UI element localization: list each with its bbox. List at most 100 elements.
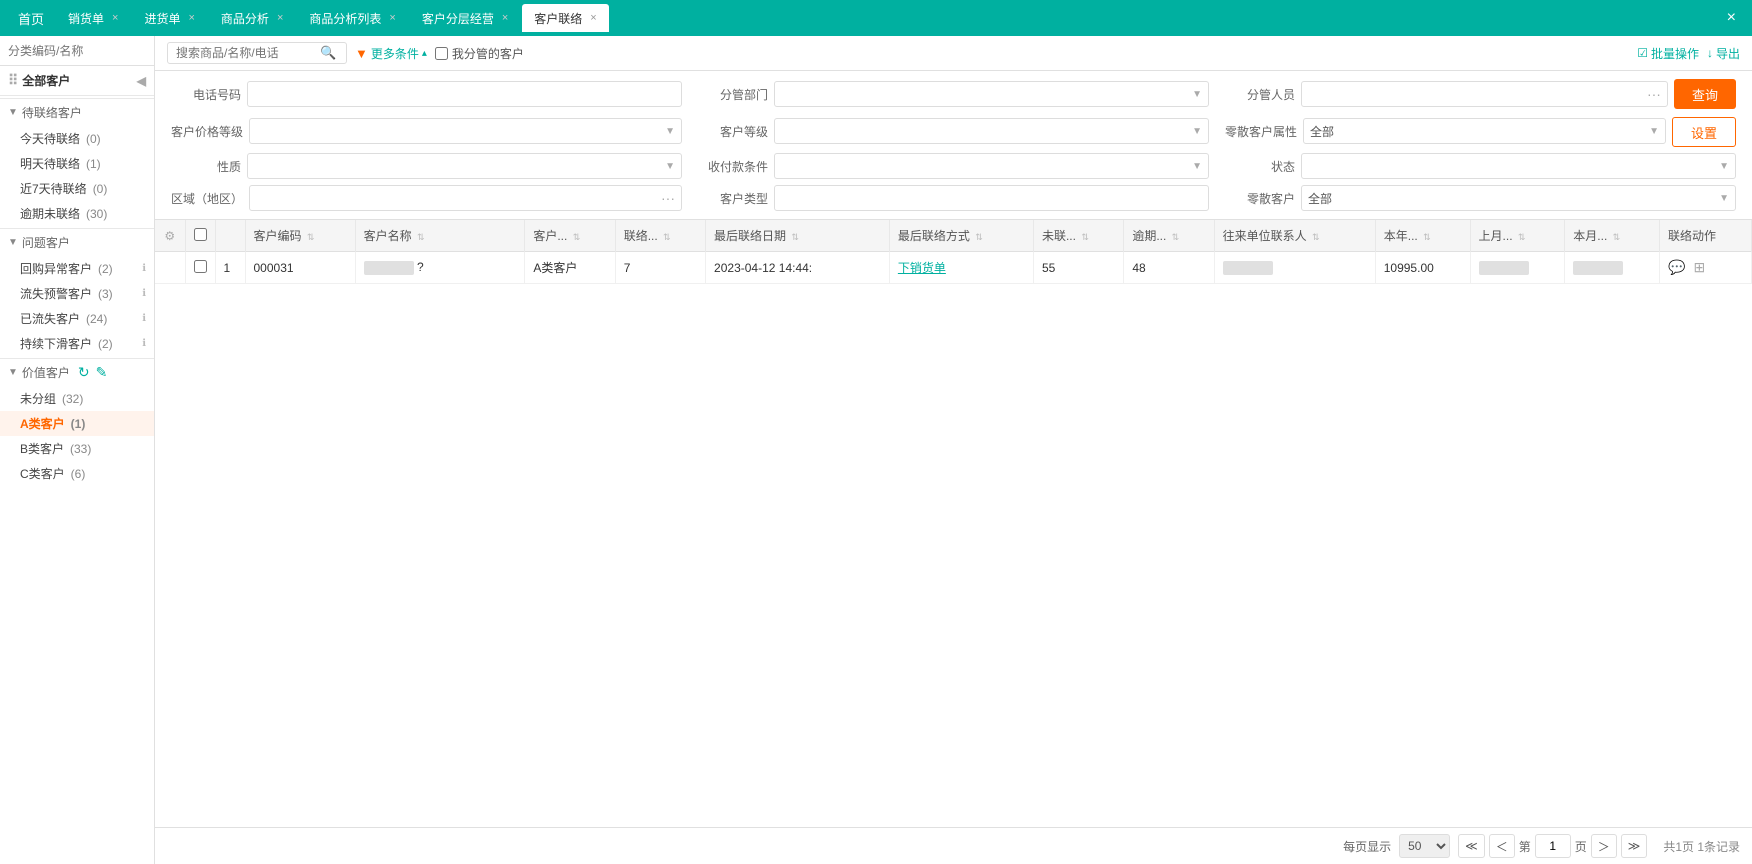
sidebar-item-class-a[interactable]: A类客户 (1) [0,411,154,436]
col-code[interactable]: 客户编码 ⇅ [245,220,355,252]
first-page-btn[interactable]: ≪ [1458,834,1485,858]
sidebar-item-repurchase-abnormal[interactable]: 回购异常客户 (2) ℹ [0,256,154,281]
sidebar-item-declining[interactable]: 持续下滑客户 (2) ℹ [0,331,154,356]
batch-op-btn[interactable]: ☑ 批量操作 [1637,45,1699,62]
group-value-customers: ▼ 价值客户 ↻ ✎ 未分组 (32) A类客户 (1) B类客户 (33) C… [0,358,154,486]
sidebar-search-wrap: 🔍 [0,36,154,66]
col-last-month[interactable]: 上月... ⇅ [1470,220,1565,252]
filter-select-nature[interactable]: ▼ [247,153,682,179]
next-page-btn[interactable]: ＞ [1591,834,1617,858]
select-all-checkbox[interactable] [194,228,207,241]
sidebar-item-class-b[interactable]: B类客户 (33) [0,436,154,461]
close-tab-product-analysis-list[interactable]: × [389,12,395,24]
payment-arrow-icon: ▼ [1192,161,1202,172]
col-this-year[interactable]: 本年... ⇅ [1375,220,1470,252]
row-last-method-link[interactable]: 下销货单 [898,261,946,275]
last-page-btn[interactable]: ≫ [1621,834,1648,858]
row-qr-icon[interactable]: ⊞ [1693,259,1705,276]
row-checkbox[interactable] [194,260,207,273]
col-last-method[interactable]: 最后联络方式 ⇅ [889,220,1033,252]
col-last-method-sort-icon: ⇅ [975,232,983,242]
sidebar-all-customers[interactable]: ⠿ 全部客户 ◀ [0,66,154,96]
filter-label-nature: 性质 [171,158,241,175]
filter-label-retail-attr: 零散客户属性 [1225,123,1297,140]
col-contact[interactable]: 联络... ⇅ [615,220,705,252]
prev-page-btn[interactable]: ＜ [1489,834,1515,858]
group-value-label[interactable]: ▼ 价值客户 ↻ ✎ [0,359,154,386]
col-action: 联络动作 [1660,220,1752,252]
nav-tab-customer-segment[interactable]: 客户分层经营 × [410,4,520,32]
row-chat-icon[interactable]: 💬 [1668,259,1685,276]
export-btn[interactable]: ↓ 导出 [1707,45,1740,62]
filter-row-retail-customer: 零散客户 全部 ▼ [1225,185,1736,211]
main-layout: 🔍 ⠿ 全部客户 ◀ ▼ 待联络客户 今天待联络 (0) 明天待联络 (1) 近… [0,36,1752,864]
close-tab-sales[interactable]: × [112,12,118,24]
my-customers-input[interactable] [435,47,448,60]
group-problem-label[interactable]: ▼ 问题客户 [0,229,154,256]
filter-select-retail-customer[interactable]: 全部 ▼ [1301,185,1736,211]
nav-tab-sales[interactable]: 销货单 × [56,4,130,32]
close-tab-purchase[interactable]: × [188,12,194,24]
my-customers-checkbox[interactable]: 我分管的客户 [435,45,524,62]
filter-select-customer-level[interactable]: ▼ [774,118,1209,144]
group-pending-contact-label[interactable]: ▼ 待联络客户 [0,99,154,126]
col-name[interactable]: 客户名称 ⇅ [355,220,525,252]
close-tab-customer-contact[interactable]: × [590,12,596,24]
set-btn[interactable]: 设置 [1672,117,1736,147]
sidebar-item-ungrouped[interactable]: 未分组 (32) [0,386,154,411]
sidebar-item-today-contact[interactable]: 今天待联络 (0) [0,126,154,151]
app-close-button[interactable]: × [1719,9,1744,27]
sidebar-collapse-icon[interactable]: ◀ [137,74,146,88]
page-number-input[interactable] [1535,834,1571,858]
close-tab-customer-segment[interactable]: × [502,12,508,24]
nav-tab-purchase[interactable]: 进货单 × [132,4,206,32]
filter-select-payment[interactable]: ▼ [774,153,1209,179]
filter-input-phone[interactable] [247,81,682,107]
filter-select-status[interactable]: ▼ [1301,153,1736,179]
row-seq: 1 [215,252,245,284]
filter-bar-search-icon[interactable]: 🔍 [320,45,336,61]
page-size-select[interactable]: 50 20 100 [1399,834,1450,858]
filter-row-price-level: 客户价格等级 ▼ [171,115,682,147]
nav-tab-product-analysis[interactable]: 商品分析 × [209,4,295,32]
group-problem-arrow: ▼ [8,237,18,248]
col-last-month-sort-icon: ⇅ [1518,232,1526,242]
nav-home[interactable]: 首页 [8,4,54,32]
retail-attr-arrow-icon: ▼ [1649,126,1659,137]
price-level-arrow-icon: ▼ [665,126,675,137]
col-last-date[interactable]: 最后联络日期 ⇅ [706,220,890,252]
more-filters-btn[interactable]: ▼ 更多条件 ▴ [355,45,427,62]
query-btn[interactable]: 查询 [1674,79,1736,109]
filter-select-person[interactable]: ··· [1301,81,1668,107]
group-value-refresh-icon[interactable]: ↻ [78,364,90,381]
sidebar-item-class-c[interactable]: C类客户 (6) [0,461,154,486]
close-tab-product-analysis[interactable]: × [277,12,283,24]
filter-input-customer-type[interactable] [774,185,1209,211]
filter-select-dept[interactable]: ▼ [774,81,1209,107]
col-settings[interactable]: ⚙ [155,220,185,252]
filter-label-region: 区域（地区） [171,190,243,207]
col-name-sort-icon: ⇅ [417,232,425,242]
col-history-contact[interactable]: 往来单位联系人 ⇅ [1214,220,1375,252]
nav-tab-customer-contact[interactable]: 客户联络 × [522,4,608,32]
nav-tab-product-analysis-list[interactable]: 商品分析列表 × [297,4,407,32]
col-category[interactable]: 客户... ⇅ [525,220,615,252]
sidebar-item-churn-warning[interactable]: 流失预警客户 (3) ℹ [0,281,154,306]
col-uncontacted[interactable]: 未联... ⇅ [1033,220,1123,252]
filter-select-retail-attr[interactable]: 全部 ▼ [1303,118,1666,144]
search-input[interactable] [176,46,316,60]
sidebar-item-lost-customers[interactable]: 已流失客户 (24) ℹ [0,306,154,331]
filter-label-customer-level: 客户等级 [698,123,768,140]
sidebar-item-7days-contact[interactable]: 近7天待联络 (0) [0,176,154,201]
sidebar-item-tomorrow-contact[interactable]: 明天待联络 (1) [0,151,154,176]
filter-select-region[interactable]: ··· [249,185,682,211]
sidebar-item-overdue-contact[interactable]: 逾期未联络 (30) [0,201,154,226]
group-value-edit-icon[interactable]: ✎ [96,364,108,381]
col-this-month[interactable]: 本月... ⇅ [1565,220,1660,252]
col-last-date-sort-icon: ⇅ [791,232,799,242]
filter-select-price-level[interactable]: ▼ [249,118,682,144]
filter-row-customer-type: 客户类型 [698,185,1209,211]
sidebar-search-input[interactable] [8,44,155,58]
row-last-method[interactable]: 下销货单 [889,252,1033,284]
col-overdue[interactable]: 逾期... ⇅ [1124,220,1214,252]
